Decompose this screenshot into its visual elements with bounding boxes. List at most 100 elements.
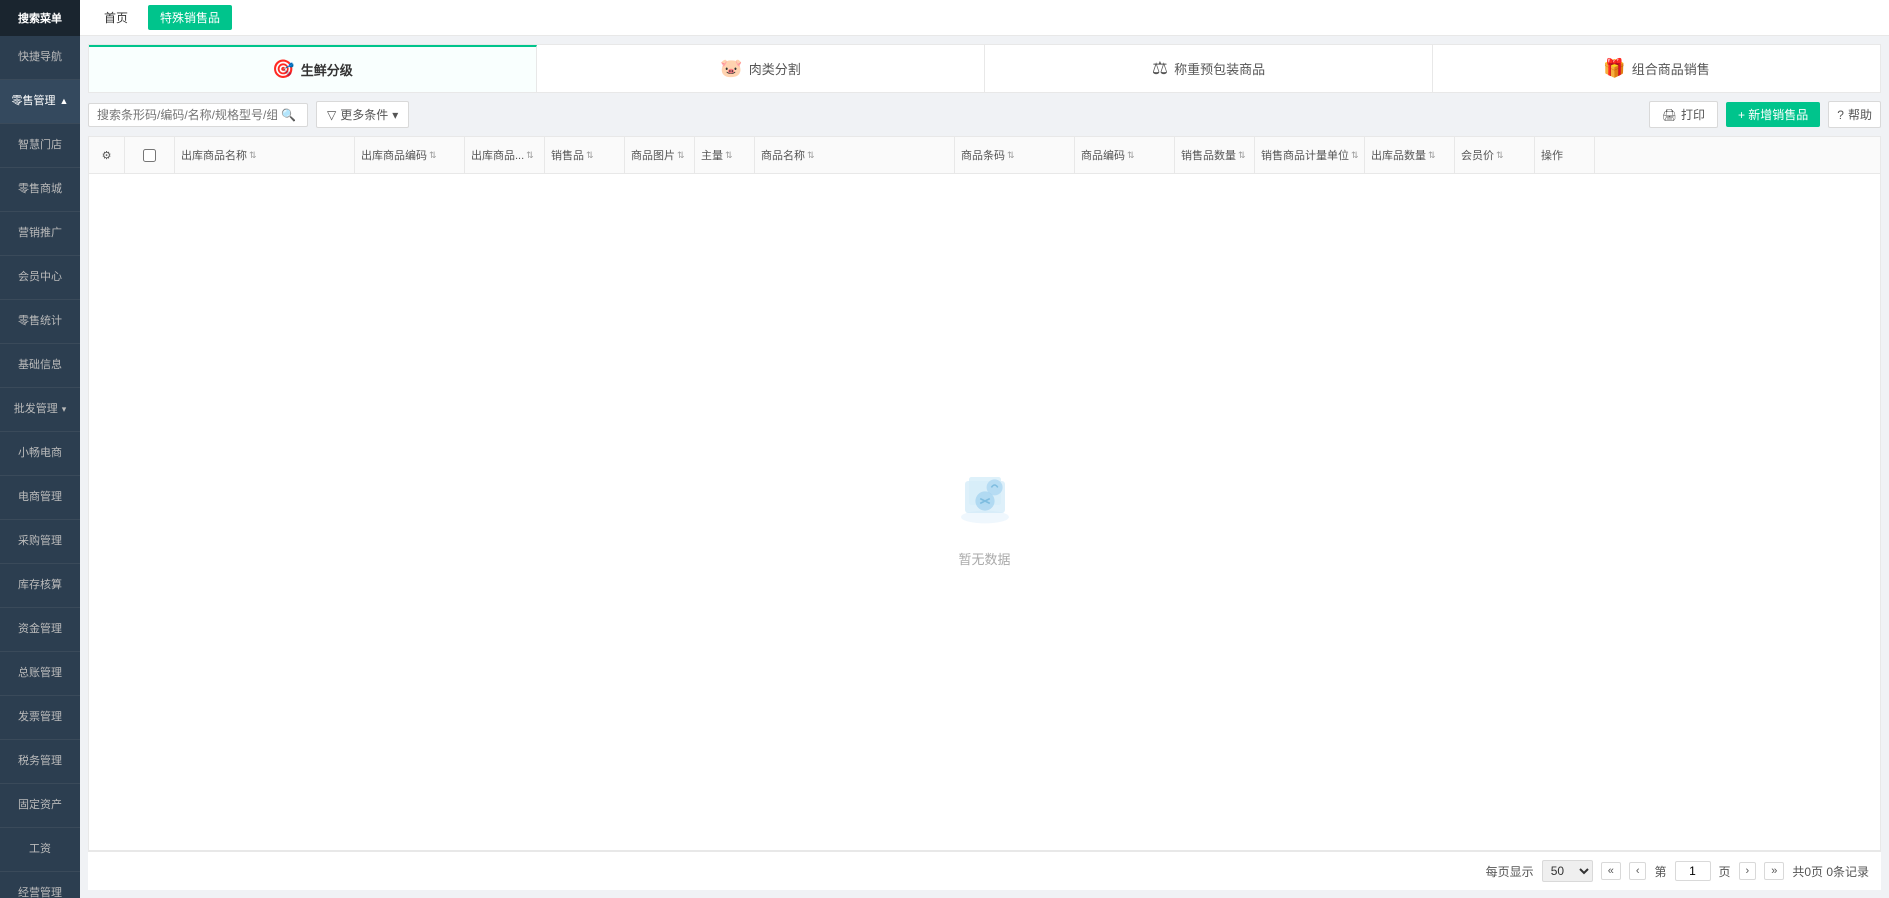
- sort-icon[interactable]: ⇅: [1496, 150, 1504, 161]
- sidebar-item-mini-ecom[interactable]: 小畅电商: [0, 432, 80, 476]
- sidebar-item-ops-mgmt[interactable]: 经营管理: [0, 872, 80, 898]
- sidebar-item-tax-mgmt[interactable]: 税务管理: [0, 740, 80, 784]
- sort-icon[interactable]: ⇅: [1007, 150, 1015, 161]
- th-barcode: 商品条码 ⇅: [955, 137, 1075, 173]
- empty-state: 暂无数据: [89, 174, 1880, 850]
- topbar: 首页 特殊销售品: [80, 0, 1889, 36]
- sort-icon[interactable]: ⇅: [429, 150, 437, 161]
- main-area: 首页 特殊销售品 🎯 生鲜分级 🐷 肉类分割 ⚖ 称重预包装商品 🎁 组合商品销…: [80, 0, 1889, 898]
- fresh-grade-icon: 🎯: [272, 59, 294, 80]
- sidebar-item-retail-mall[interactable]: 零售商城: [0, 168, 80, 212]
- sidebar-item-quick-nav[interactable]: 快捷导航: [0, 36, 80, 80]
- sort-icon[interactable]: ⇅: [1351, 150, 1359, 161]
- th-checkbox[interactable]: [125, 137, 175, 173]
- page-size-select[interactable]: 10 20 50 100: [1542, 860, 1593, 882]
- meat-split-icon: 🐷: [720, 58, 742, 79]
- th-sale-unit: 销售商品计量单位 ⇅: [1255, 137, 1365, 173]
- sidebar-item-retail-mgmt[interactable]: 零售管理 ▲: [0, 80, 80, 124]
- cat-tab-label: 组合商品销售: [1632, 59, 1710, 78]
- filter-label: 更多条件: [340, 106, 388, 123]
- th-out-qty: 出库品数量 ⇅: [1365, 137, 1455, 173]
- prev-page-button[interactable]: ‹: [1629, 862, 1647, 880]
- help-label: 帮助: [1848, 106, 1872, 123]
- cat-tab-label: 肉类分割: [749, 59, 801, 78]
- new-sale-item-button[interactable]: + 新增销售品: [1726, 102, 1820, 127]
- sort-icon[interactable]: ⇅: [725, 150, 733, 161]
- filter-button[interactable]: ▽ 更多条件 ▾: [316, 101, 409, 128]
- table-container: ⚙ 出库商品名称 ⇅ 出库商品编码 ⇅ 出库商品... ⇅ 销售品: [88, 136, 1881, 851]
- sidebar-item-smart-store[interactable]: 智慧门店: [0, 124, 80, 168]
- page-label: 页: [1719, 863, 1731, 880]
- tab-special-sale[interactable]: 特殊销售品: [148, 5, 232, 30]
- sidebar-item-label: 基础信息: [18, 358, 62, 373]
- sidebar-item-invoice-mgmt[interactable]: 发票管理: [0, 696, 80, 740]
- sort-icon[interactable]: ⇅: [677, 150, 685, 161]
- th-gcode: 商品编码 ⇅: [1075, 137, 1175, 173]
- cat-tab-weigh-pack[interactable]: ⚖ 称重预包装商品: [985, 45, 1433, 92]
- toolbar-right: 🖨 打印 + 新增销售品 ? 帮助: [1649, 101, 1881, 128]
- help-button[interactable]: ? 帮助: [1828, 101, 1881, 128]
- sidebar-item-basic-info[interactable]: 基础信息: [0, 344, 80, 388]
- first-page-button[interactable]: «: [1601, 862, 1621, 880]
- filter-arrow-icon: ▾: [392, 108, 398, 122]
- print-icon: 🖨: [1662, 108, 1677, 122]
- last-page-button[interactable]: »: [1764, 862, 1784, 880]
- category-tabs: 🎯 生鲜分级 🐷 肉类分割 ⚖ 称重预包装商品 🎁 组合商品销售: [88, 44, 1881, 93]
- cat-tab-meat-split[interactable]: 🐷 肉类分割: [537, 45, 985, 92]
- next-page-button[interactable]: ›: [1739, 862, 1757, 880]
- sidebar-item-label: 智慧门店: [18, 138, 62, 153]
- sidebar-item-label: 批发管理: [14, 402, 58, 417]
- sidebar-item-member-center[interactable]: 会员中心: [0, 256, 80, 300]
- sidebar-logo: 搜索菜单: [0, 0, 80, 36]
- cat-tab-label: 称重预包装商品: [1174, 59, 1265, 78]
- sidebar-item-general-ledger[interactable]: 总账管理: [0, 652, 80, 696]
- cat-tab-combo-sale[interactable]: 🎁 组合商品销售: [1433, 45, 1880, 92]
- sidebar-item-label: 会员中心: [18, 270, 62, 285]
- sidebar-item-label: 发票管理: [18, 710, 62, 725]
- search-box[interactable]: 🔍: [88, 103, 308, 127]
- sort-icon[interactable]: ⇅: [1238, 150, 1246, 161]
- sidebar-item-label: 库存核算: [18, 578, 62, 593]
- filter-icon: ▽: [327, 108, 336, 122]
- th-sale-qty: 销售品数量 ⇅: [1175, 137, 1255, 173]
- tab-home[interactable]: 首页: [92, 5, 140, 30]
- cat-tab-fresh-grade[interactable]: 🎯 生鲜分级: [89, 45, 537, 92]
- sidebar-item-retail-stats[interactable]: 零售统计: [0, 300, 80, 344]
- print-button[interactable]: 🖨 打印: [1649, 101, 1718, 128]
- th-setting[interactable]: ⚙: [89, 137, 125, 173]
- th-out-sku: 出库商品... ⇅: [465, 137, 545, 173]
- sort-icon[interactable]: ⇅: [526, 150, 534, 161]
- sidebar-item-label: 快捷导航: [18, 50, 62, 65]
- sidebar-item-purchase-mgmt[interactable]: 采购管理: [0, 520, 80, 564]
- th-out-code: 出库商品编码 ⇅: [355, 137, 465, 173]
- page-number-input[interactable]: [1675, 861, 1711, 881]
- sort-icon[interactable]: ⇅: [586, 150, 594, 161]
- th-member-price: 会员价 ⇅: [1455, 137, 1535, 173]
- sidebar-item-batch-mgmt[interactable]: 批发管理 ▾: [0, 388, 80, 432]
- sidebar-item-label: 零售管理: [12, 94, 56, 109]
- sidebar-item-marketing[interactable]: 营销推广: [0, 212, 80, 256]
- sidebar-item-hr[interactable]: 工资: [0, 828, 80, 872]
- select-all-checkbox[interactable]: [143, 149, 156, 162]
- page-jump-label: 第: [1654, 863, 1666, 880]
- help-icon: ?: [1837, 108, 1844, 122]
- sidebar: 搜索菜单 快捷导航 零售管理 ▲ 智慧门店 零售商城 营销推广 会员中心 零售统…: [0, 0, 80, 898]
- print-label: 打印: [1681, 106, 1705, 123]
- cat-tab-label: 生鲜分级: [301, 60, 353, 79]
- search-input[interactable]: [97, 108, 277, 122]
- sort-icon[interactable]: ⇅: [807, 150, 815, 161]
- sidebar-item-inventory[interactable]: 库存核算: [0, 564, 80, 608]
- sidebar-item-ecom-mgmt[interactable]: 电商管理: [0, 476, 80, 520]
- sidebar-item-finance[interactable]: 资金管理: [0, 608, 80, 652]
- sidebar-item-label: 零售商城: [18, 182, 62, 197]
- sidebar-item-fixed-assets[interactable]: 固定资产: [0, 784, 80, 828]
- sort-icon[interactable]: ⇅: [249, 150, 257, 161]
- combo-sale-icon: 🎁: [1603, 58, 1625, 79]
- chevron-down-icon: ▲: [60, 95, 69, 108]
- search-icon: 🔍: [281, 108, 296, 122]
- sort-icon[interactable]: ⇅: [1127, 150, 1135, 161]
- sort-icon[interactable]: ⇅: [1428, 150, 1436, 161]
- sidebar-item-label: 税务管理: [18, 754, 62, 769]
- sidebar-item-label: 营销推广: [18, 226, 62, 241]
- sidebar-item-label: 工资: [29, 842, 51, 857]
